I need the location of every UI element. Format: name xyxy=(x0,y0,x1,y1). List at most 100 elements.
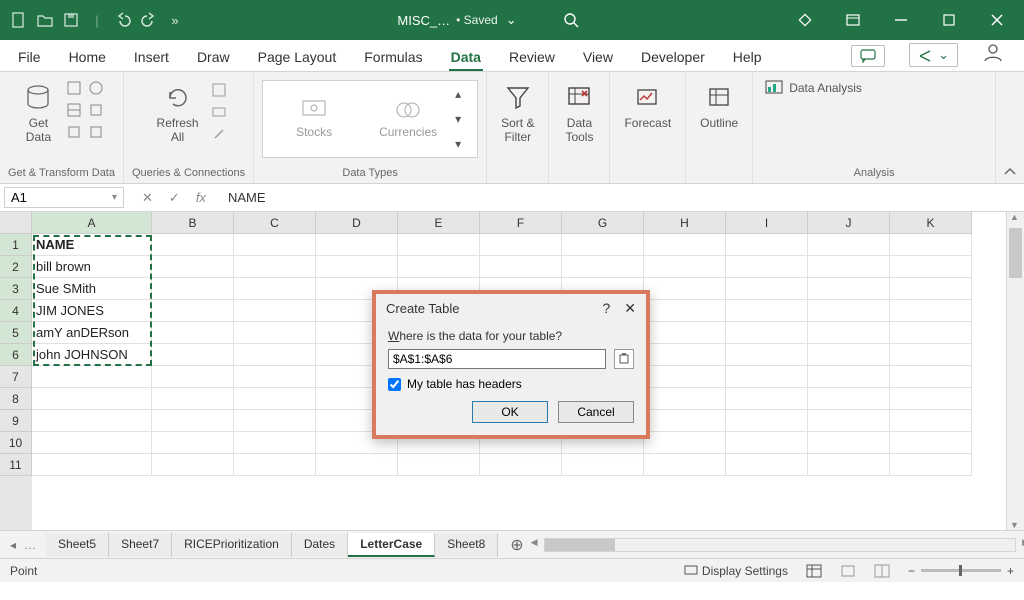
col-header[interactable]: K xyxy=(890,212,972,234)
range-picker-button[interactable] xyxy=(614,349,634,369)
cell[interactable] xyxy=(890,388,972,410)
account-icon[interactable] xyxy=(982,41,1008,67)
tab-formulas[interactable]: Formulas xyxy=(362,43,424,71)
search-icon[interactable] xyxy=(563,12,579,28)
maximize-button[interactable] xyxy=(926,0,972,40)
cell[interactable] xyxy=(808,278,890,300)
minimize-button[interactable] xyxy=(878,0,924,40)
cell[interactable] xyxy=(152,410,234,432)
cell[interactable] xyxy=(644,344,726,366)
outline-button[interactable]: Outline xyxy=(694,80,744,132)
row-header[interactable]: 2 xyxy=(0,256,32,278)
dialog-close-button[interactable]: ✕ xyxy=(624,300,636,317)
col-header[interactable]: C xyxy=(234,212,316,234)
ribbon-display-icon[interactable] xyxy=(830,0,876,40)
cell[interactable] xyxy=(480,234,562,256)
select-all-corner[interactable] xyxy=(0,212,32,234)
cell[interactable] xyxy=(234,234,316,256)
cell[interactable] xyxy=(726,432,808,454)
row-header[interactable]: 4 xyxy=(0,300,32,322)
scroll-down-icon[interactable]: ▼ xyxy=(1010,520,1019,530)
cell[interactable] xyxy=(808,366,890,388)
cell[interactable]: NAME xyxy=(32,234,152,256)
col-header[interactable]: E xyxy=(398,212,480,234)
cell[interactable]: john JOHNSON xyxy=(32,344,152,366)
gallery-more-icon[interactable]: ▾ xyxy=(455,137,473,151)
zoom-in-icon[interactable]: + xyxy=(1007,564,1014,578)
collapse-ribbon-button[interactable] xyxy=(996,72,1024,183)
formula-input[interactable]: NAME xyxy=(220,188,1024,207)
row-header[interactable]: 7 xyxy=(0,366,32,388)
col-header[interactable]: G xyxy=(562,212,644,234)
cell[interactable] xyxy=(808,344,890,366)
cell[interactable] xyxy=(644,432,726,454)
row-header[interactable]: 8 xyxy=(0,388,32,410)
row-header[interactable]: 5 xyxy=(0,322,32,344)
cell[interactable] xyxy=(152,234,234,256)
hscroll-thumb[interactable] xyxy=(545,539,615,551)
cell[interactable] xyxy=(644,410,726,432)
cell[interactable] xyxy=(562,234,644,256)
undo-icon[interactable] xyxy=(114,11,132,29)
from-web-icon[interactable] xyxy=(88,80,106,98)
from-table-icon[interactable] xyxy=(66,102,84,120)
cell[interactable] xyxy=(726,344,808,366)
headers-checkbox[interactable]: My table has headers xyxy=(388,377,634,391)
cell[interactable] xyxy=(644,366,726,388)
cell[interactable] xyxy=(152,388,234,410)
cell[interactable] xyxy=(562,454,644,476)
tab-file[interactable]: File xyxy=(16,43,43,71)
col-header[interactable]: J xyxy=(808,212,890,234)
cell[interactable] xyxy=(890,410,972,432)
existing-conn-icon[interactable] xyxy=(66,124,84,142)
zoom-slider[interactable] xyxy=(921,569,1001,572)
scroll-up-icon[interactable]: ▲ xyxy=(1010,212,1019,222)
cell[interactable] xyxy=(726,322,808,344)
refresh-all-button[interactable]: Refresh All xyxy=(151,80,205,147)
cell[interactable] xyxy=(726,278,808,300)
row-header[interactable]: 1 xyxy=(0,234,32,256)
forecast-button[interactable]: Forecast xyxy=(618,80,677,132)
chevron-down-icon[interactable]: ▾ xyxy=(112,192,117,203)
sort-filter-button[interactable]: Sort & Filter xyxy=(495,80,540,147)
dialog-help-button[interactable]: ? xyxy=(602,300,610,317)
data-analysis-button[interactable]: Data Analysis xyxy=(765,80,862,96)
sheet-tab[interactable]: Sheet5 xyxy=(46,533,109,557)
get-data-button[interactable]: Get Data xyxy=(16,80,60,147)
cell[interactable] xyxy=(890,454,972,476)
tab-view[interactable]: View xyxy=(581,43,615,71)
accept-formula-icon[interactable]: ✓ xyxy=(169,190,180,206)
cell[interactable] xyxy=(152,322,234,344)
save-icon[interactable] xyxy=(62,11,80,29)
cell[interactable] xyxy=(726,256,808,278)
cell[interactable] xyxy=(398,256,480,278)
cell[interactable] xyxy=(644,388,726,410)
cell[interactable] xyxy=(644,322,726,344)
cell[interactable] xyxy=(808,432,890,454)
cell[interactable] xyxy=(726,234,808,256)
cell[interactable] xyxy=(808,300,890,322)
cell[interactable] xyxy=(234,322,316,344)
cell[interactable] xyxy=(726,454,808,476)
view-layout-icon[interactable] xyxy=(840,564,856,578)
cell[interactable] xyxy=(152,256,234,278)
cell[interactable] xyxy=(726,410,808,432)
name-box[interactable]: A1 ▾ xyxy=(4,187,124,208)
close-button[interactable] xyxy=(974,0,1020,40)
cell[interactable] xyxy=(152,344,234,366)
cell[interactable] xyxy=(32,432,152,454)
cell[interactable] xyxy=(152,300,234,322)
cell[interactable] xyxy=(890,344,972,366)
range-input[interactable] xyxy=(388,349,606,369)
cell[interactable] xyxy=(562,256,644,278)
display-settings-button[interactable]: Display Settings xyxy=(684,564,788,578)
tab-draw[interactable]: Draw xyxy=(195,43,232,71)
col-header[interactable]: B xyxy=(152,212,234,234)
cell[interactable] xyxy=(152,278,234,300)
cell[interactable] xyxy=(890,432,972,454)
cell[interactable] xyxy=(234,410,316,432)
headers-checkbox-input[interactable] xyxy=(388,378,401,391)
share-button[interactable]: ⌄ xyxy=(909,43,958,67)
cell[interactable] xyxy=(316,454,398,476)
from-text-icon[interactable] xyxy=(66,80,84,98)
